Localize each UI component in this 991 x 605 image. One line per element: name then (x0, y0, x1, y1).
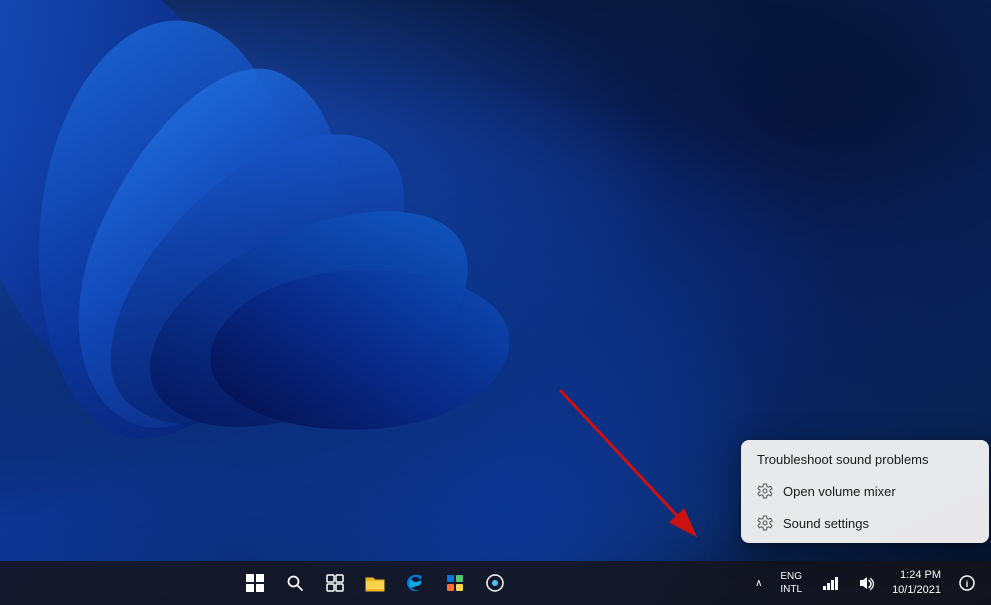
store-icon (445, 573, 465, 593)
task-view-button[interactable] (317, 565, 353, 601)
lang-text: ENGINTL (780, 570, 802, 596)
file-explorer-button[interactable] (357, 565, 393, 601)
edge-button[interactable] (397, 565, 433, 601)
store-button[interactable] (437, 565, 473, 601)
notifications-icon: i (959, 575, 975, 591)
language-button[interactable]: ENGINTL (772, 566, 810, 600)
menu-item-sound-settings[interactable]: Sound settings (741, 507, 989, 539)
volume-icon (858, 575, 874, 591)
show-hidden-icons-button[interactable]: ∧ (749, 574, 768, 593)
search-icon (286, 574, 304, 592)
menu-item-volume-mixer-label: Open volume mixer (783, 484, 896, 499)
windows-logo-icon (246, 574, 264, 592)
volume-button[interactable] (850, 571, 882, 595)
menu-item-volume-mixer[interactable]: Open volume mixer (741, 475, 989, 507)
clock-date: 10/1/2021 (892, 583, 941, 598)
search-button[interactable] (277, 565, 313, 601)
network-button[interactable] (814, 571, 846, 595)
context-menu: Troubleshoot sound problems Open volume … (741, 440, 989, 543)
gear-icon-sound (757, 515, 773, 531)
cortana-icon (485, 573, 505, 593)
clock[interactable]: 1:24 PM 10/1/2021 (886, 566, 947, 601)
taskbar: ∧ ENGINTL (0, 561, 991, 605)
desktop: Troubleshoot sound problems Open volume … (0, 0, 991, 605)
taskbar-right: ∧ ENGINTL (749, 566, 991, 601)
clock-time: 1:24 PM (892, 568, 941, 583)
taskbar-left (0, 565, 749, 601)
file-explorer-icon (365, 574, 385, 592)
cortana-button[interactable] (477, 565, 513, 601)
language-label: ENGINTL (780, 570, 802, 596)
menu-item-troubleshoot[interactable]: Troubleshoot sound problems (741, 444, 989, 475)
menu-item-troubleshoot-label: Troubleshoot sound problems (757, 452, 929, 467)
task-view-icon (326, 574, 344, 592)
notifications-button[interactable]: i (951, 571, 983, 595)
menu-item-sound-settings-label: Sound settings (783, 516, 869, 531)
chevron-up-icon: ∧ (755, 578, 762, 589)
start-button[interactable] (237, 565, 273, 601)
network-icon (822, 575, 838, 591)
svg-text:i: i (966, 579, 969, 589)
gear-icon-volume (757, 483, 773, 499)
edge-icon (405, 573, 425, 593)
